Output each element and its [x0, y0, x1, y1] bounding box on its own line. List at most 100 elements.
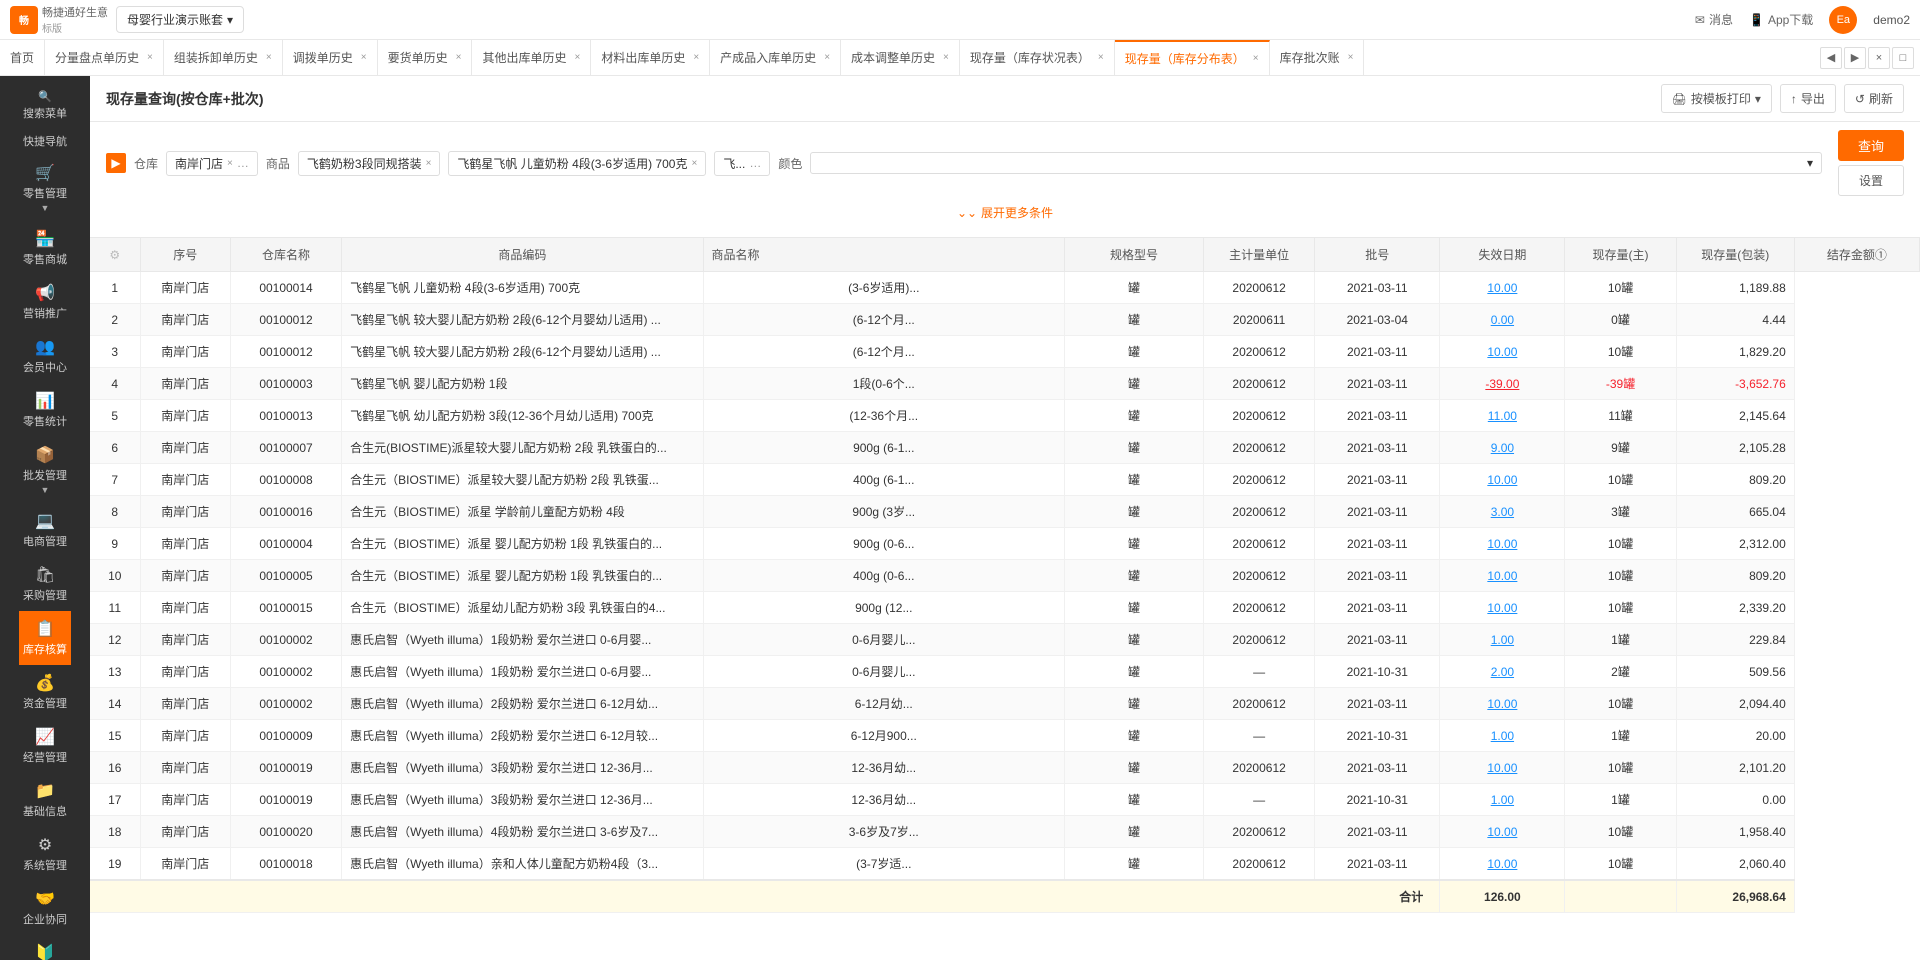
- product-filter-more[interactable]: …: [749, 156, 761, 170]
- close-icon[interactable]: ×: [147, 52, 153, 63]
- tab-cost-adjust-history[interactable]: 成本调整单历史 ×: [841, 40, 960, 76]
- next-tab-button[interactable]: ▶: [1844, 47, 1866, 69]
- store-selector[interactable]: 母婴行业演示账套 ▾: [116, 6, 244, 33]
- cell-qty-main[interactable]: 10.00: [1440, 336, 1565, 368]
- col-header-setting[interactable]: ⚙: [90, 238, 140, 272]
- print-button[interactable]: 🖨 按模板打印 ▾: [1661, 84, 1772, 113]
- cell-qty-main[interactable]: 10.00: [1440, 272, 1565, 304]
- cell-qty-main[interactable]: 1.00: [1440, 624, 1565, 656]
- sidebar-item-member[interactable]: 👥 会员中心: [19, 329, 71, 383]
- sidebar-item-enterprise[interactable]: 🤝 企业协同: [19, 881, 71, 935]
- qty-main-link[interactable]: 10.00: [1487, 473, 1517, 487]
- cell-qty-main[interactable]: 2.00: [1440, 656, 1565, 688]
- settings-icon[interactable]: ⚙: [109, 248, 120, 262]
- expand-arrow-button[interactable]: ▶: [106, 153, 126, 173]
- sidebar-item-retail[interactable]: 🛒 零售管理 ▼: [19, 155, 71, 221]
- sidebar-item-wholesale[interactable]: 📦 批发管理 ▼: [19, 437, 71, 503]
- cell-qty-main[interactable]: 10.00: [1440, 848, 1565, 881]
- maximize-tab-button[interactable]: □: [1892, 47, 1914, 69]
- warehouse-filter-tag[interactable]: 南岸门店 × …: [166, 151, 258, 176]
- qty-main-link[interactable]: 10.00: [1487, 281, 1517, 295]
- tab-split-history[interactable]: 分量盘点单历史 ×: [45, 40, 164, 76]
- sidebar-item-finance[interactable]: 💰 资金管理: [19, 665, 71, 719]
- cell-qty-main[interactable]: 1.00: [1440, 784, 1565, 816]
- qty-main-link[interactable]: 10.00: [1487, 761, 1517, 775]
- close-tab-button[interactable]: ×: [1868, 47, 1890, 69]
- tab-inventory-dist[interactable]: 现存量（库存分布表） ×: [1115, 40, 1270, 76]
- tab-query-history[interactable]: 调拨单历史 ×: [283, 40, 378, 76]
- product-filter-tag-1[interactable]: 飞鹤奶粉3段同规搭装 ×: [298, 151, 441, 176]
- qty-main-link[interactable]: 2.00: [1491, 665, 1514, 679]
- prev-tab-button[interactable]: ◀: [1820, 47, 1842, 69]
- qty-main-link[interactable]: 1.00: [1491, 729, 1514, 743]
- sidebar-item-retail_stat[interactable]: 📊 零售统计: [19, 383, 71, 437]
- cell-qty-main[interactable]: 1.00: [1440, 720, 1565, 752]
- qty-main-link[interactable]: 1.00: [1491, 793, 1514, 807]
- cell-qty-main[interactable]: -39.00: [1440, 368, 1565, 400]
- qty-main-link[interactable]: 10.00: [1487, 697, 1517, 711]
- qty-main-link[interactable]: 10.00: [1487, 601, 1517, 615]
- close-icon[interactable]: ×: [456, 52, 462, 63]
- sidebar-item-business[interactable]: 📈 经营管理: [19, 719, 71, 773]
- query-button[interactable]: 查询: [1838, 130, 1904, 161]
- product-filter-tag-2[interactable]: 飞鹤星飞帆 儿童奶粉 4段(3-6岁适用) 700克 ×: [448, 151, 706, 176]
- cell-qty-main[interactable]: 10.00: [1440, 592, 1565, 624]
- cell-qty-main[interactable]: 11.00: [1440, 400, 1565, 432]
- tab-batch-ledger[interactable]: 库存批次账 ×: [1270, 40, 1365, 76]
- close-icon[interactable]: ×: [1098, 52, 1104, 63]
- app-download-button[interactable]: 📱 App下载: [1749, 11, 1813, 28]
- export-button[interactable]: ↑ 导出: [1780, 84, 1836, 113]
- qty-main-link[interactable]: 10.00: [1487, 857, 1517, 871]
- tab-home[interactable]: 首页: [0, 40, 45, 76]
- cell-qty-main[interactable]: 10.00: [1440, 560, 1565, 592]
- close-icon[interactable]: ×: [266, 52, 272, 63]
- cell-qty-main[interactable]: 10.00: [1440, 528, 1565, 560]
- warehouse-filter-close[interactable]: ×: [227, 158, 233, 169]
- cell-qty-main[interactable]: 10.00: [1440, 464, 1565, 496]
- color-filter-input[interactable]: ▾: [810, 152, 1822, 174]
- cell-qty-main[interactable]: 10.00: [1440, 816, 1565, 848]
- qty-main-link[interactable]: 10.00: [1487, 569, 1517, 583]
- sidebar-item-system[interactable]: ⚙ 系统管理: [19, 827, 71, 881]
- qty-main-link[interactable]: 3.00: [1491, 505, 1514, 519]
- tab-other-out-history[interactable]: 其他出库单历史 ×: [472, 40, 591, 76]
- qty-main-link[interactable]: -39.00: [1485, 377, 1519, 391]
- close-icon[interactable]: ×: [824, 52, 830, 63]
- cell-qty-main[interactable]: 9.00: [1440, 432, 1565, 464]
- close-icon[interactable]: ×: [1253, 53, 1259, 64]
- setting-button[interactable]: 设置: [1838, 165, 1904, 196]
- product-filter-tag-3[interactable]: 飞... …: [714, 151, 770, 176]
- close-icon[interactable]: ×: [361, 52, 367, 63]
- qty-main-link[interactable]: 10.00: [1487, 825, 1517, 839]
- tab-disassemble-history[interactable]: 组装拆卸单历史 ×: [164, 40, 283, 76]
- sidebar-item-ecommerce[interactable]: 💻 电商管理: [19, 503, 71, 557]
- qty-main-link[interactable]: 11.00: [1488, 409, 1517, 423]
- tab-product-in-history[interactable]: 产成品入库单历史 ×: [710, 40, 841, 76]
- expand-conditions-button[interactable]: ⌄⌄ 展开更多条件: [949, 200, 1061, 225]
- sidebar-item-purchase[interactable]: 🛍 采购管理: [19, 557, 71, 611]
- qty-main-link[interactable]: 0.00: [1491, 313, 1514, 327]
- cell-qty-main[interactable]: 0.00: [1440, 304, 1565, 336]
- sidebar-item-guide[interactable]: 🔰 新手引导: [19, 935, 71, 960]
- sidebar-item-marketing[interactable]: 📢 营销推广: [19, 275, 71, 329]
- close-icon[interactable]: ×: [574, 52, 580, 63]
- close-icon[interactable]: ×: [693, 52, 699, 63]
- sidebar-quick-nav[interactable]: 快捷导航: [0, 127, 90, 155]
- cell-qty-main[interactable]: 3.00: [1440, 496, 1565, 528]
- qty-main-link[interactable]: 10.00: [1487, 345, 1517, 359]
- tab-inventory-status[interactable]: 现存量（库存状况表） ×: [960, 40, 1115, 76]
- cell-qty-main[interactable]: 10.00: [1440, 688, 1565, 720]
- sidebar-item-basic[interactable]: 📁 基础信息: [19, 773, 71, 827]
- product-filter-close-2[interactable]: ×: [691, 158, 697, 169]
- close-icon[interactable]: ×: [1348, 52, 1354, 63]
- qty-main-link[interactable]: 1.00: [1491, 633, 1514, 647]
- product-filter-close-1[interactable]: ×: [426, 158, 432, 169]
- qty-main-link[interactable]: 9.00: [1491, 441, 1514, 455]
- sidebar-item-retail_shop[interactable]: 🏪 零售商城: [19, 221, 71, 275]
- tab-material-out-history[interactable]: 材料出库单历史 ×: [591, 40, 710, 76]
- tab-request-history[interactable]: 要货单历史 ×: [378, 40, 473, 76]
- close-icon[interactable]: ×: [943, 52, 949, 63]
- sidebar-search-button[interactable]: 🔍 搜索菜单: [19, 84, 71, 127]
- message-button[interactable]: ✉ 消息: [1695, 11, 1733, 28]
- warehouse-filter-more[interactable]: …: [237, 156, 249, 170]
